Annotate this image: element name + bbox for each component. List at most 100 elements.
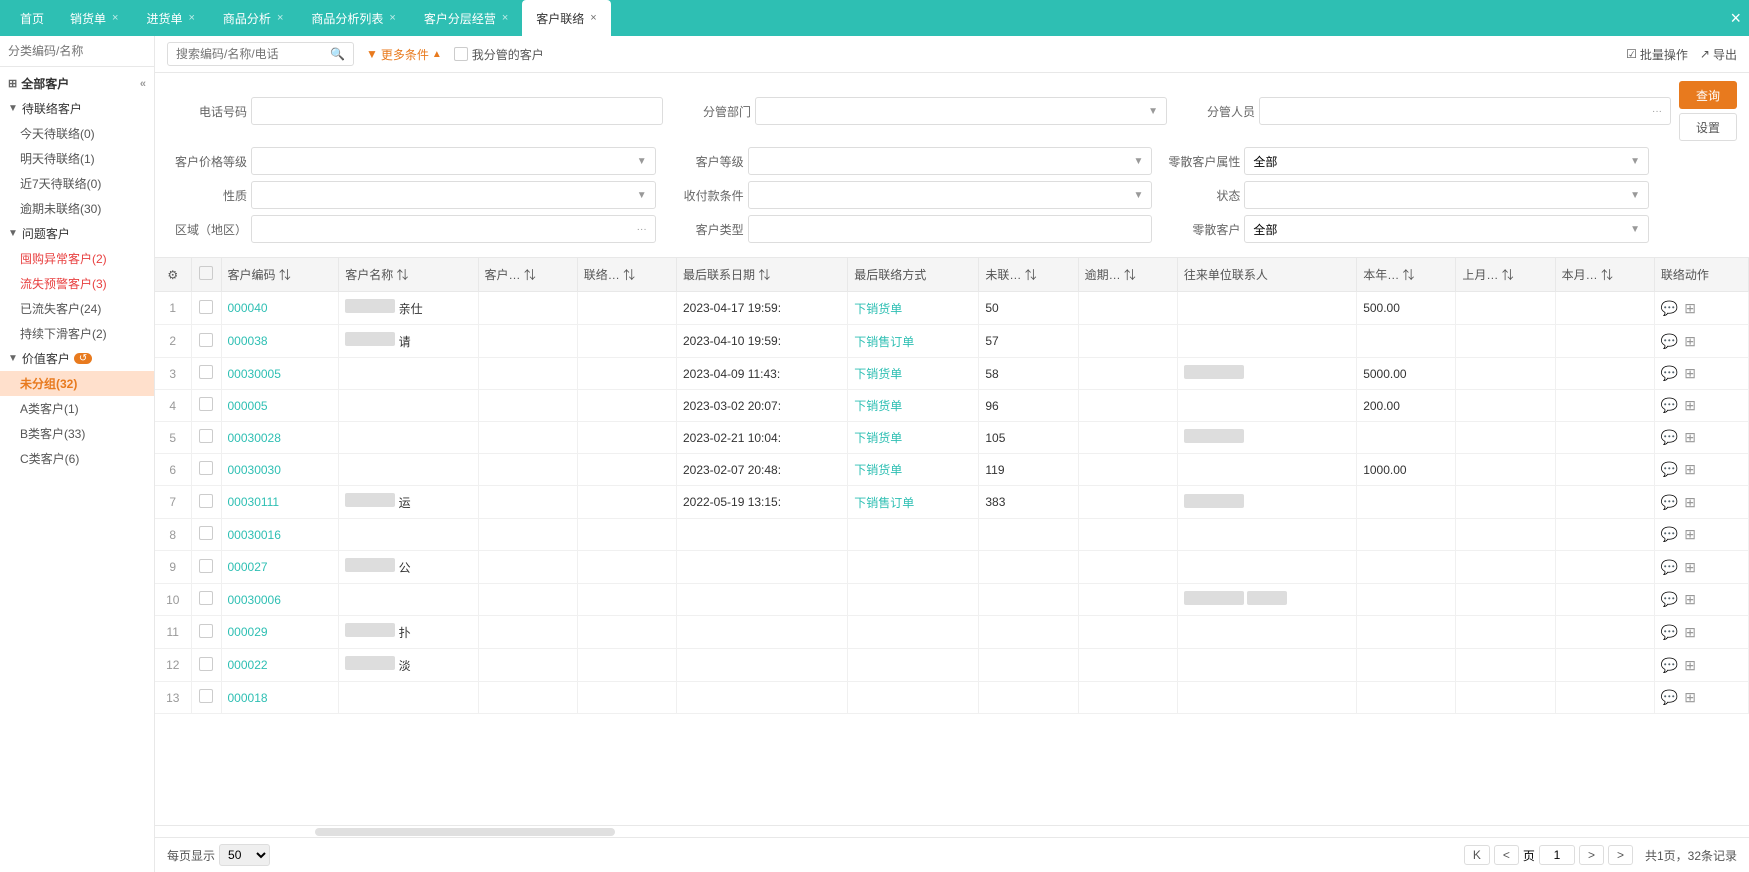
row-checkbox[interactable] <box>199 494 213 508</box>
filter-select-payment[interactable]: ▼ <box>748 181 1153 209</box>
row-checkbox[interactable] <box>199 657 213 671</box>
sidebar-item-declining[interactable]: 持续下滑客户(2) <box>0 321 154 346</box>
cell-checkbox[interactable] <box>191 292 221 325</box>
search-icon[interactable]: 🔍 <box>330 47 345 61</box>
row-checkbox[interactable] <box>199 461 213 475</box>
group-pending-contact[interactable]: ▼ 待联络客户 <box>0 96 154 121</box>
select-all-checkbox[interactable] <box>199 266 213 280</box>
scrollbar-area[interactable] <box>155 825 1749 837</box>
th-last-contact-date[interactable]: 最后联系日期 ⇅ <box>676 258 847 292</box>
more-icon[interactable]: ⊞ <box>1684 494 1696 511</box>
message-icon[interactable]: 💬 <box>1661 657 1678 674</box>
row-checkbox[interactable] <box>199 689 213 703</box>
row-checkbox[interactable] <box>199 429 213 443</box>
window-close-button[interactable]: × <box>1730 8 1741 29</box>
first-page-btn[interactable]: K <box>1464 845 1490 865</box>
row-checkbox[interactable] <box>199 624 213 638</box>
message-icon[interactable]: 💬 <box>1661 559 1678 576</box>
th-checkbox[interactable] <box>191 258 221 292</box>
sidebar-item-ungrouped[interactable]: 未分组(32) <box>0 371 154 396</box>
filter-select-region[interactable]: ··· <box>251 215 656 243</box>
message-icon[interactable]: 💬 <box>1661 365 1678 382</box>
last-page-btn[interactable]: > <box>1608 845 1633 865</box>
th-this-year[interactable]: 本年… ⇅ <box>1357 258 1456 292</box>
message-icon[interactable]: 💬 <box>1661 689 1678 706</box>
search-input[interactable] <box>176 47 326 61</box>
row-checkbox[interactable] <box>199 559 213 573</box>
filter-select-retail-attr[interactable]: 全部 ▼ <box>1244 147 1649 175</box>
message-icon[interactable]: 💬 <box>1661 461 1678 478</box>
sidebar-search-input[interactable] <box>8 44 155 58</box>
th-code[interactable]: 客户编码 ⇅ <box>221 258 339 292</box>
sidebar-item-today[interactable]: 今天待联络(0) <box>0 121 154 146</box>
row-checkbox[interactable] <box>199 526 213 540</box>
row-checkbox[interactable] <box>199 365 213 379</box>
group-value-customers[interactable]: ▼ 价值客户 ↺ <box>0 346 154 371</box>
filter-select-status[interactable]: ▼ <box>1244 181 1649 209</box>
filter-select-customer-level[interactable]: ▼ <box>748 147 1153 175</box>
reset-button[interactable]: 设置 <box>1679 113 1737 141</box>
th-this-month[interactable]: 本月… ⇅ <box>1555 258 1654 292</box>
cell-checkbox[interactable] <box>191 454 221 486</box>
sidebar-item-tomorrow[interactable]: 明天待联络(1) <box>0 146 154 171</box>
tab-close-purchase[interactable]: × <box>188 12 194 24</box>
message-icon[interactable]: 💬 <box>1661 591 1678 608</box>
filter-select-nature[interactable]: ▼ <box>251 181 656 209</box>
my-customers-checkbox[interactable] <box>454 47 468 61</box>
cell-checkbox[interactable] <box>191 422 221 454</box>
contact-method-link[interactable]: 下销货单 <box>854 463 902 477</box>
tab-customer-contact[interactable]: 客户联络 × <box>522 0 610 36</box>
contact-method-link[interactable]: 下销货单 <box>854 399 902 413</box>
cell-checkbox[interactable] <box>191 390 221 422</box>
th-name[interactable]: 客户名称 ⇅ <box>339 258 478 292</box>
message-icon[interactable]: 💬 <box>1661 300 1678 317</box>
th-contact[interactable]: 联络… ⇅ <box>577 258 676 292</box>
all-customers-header[interactable]: ⊞ 全部客户 « <box>0 67 154 96</box>
more-icon[interactable]: ⊞ <box>1684 300 1696 317</box>
more-icon[interactable]: ⊞ <box>1684 657 1696 674</box>
contact-method-link[interactable]: 下销售订单 <box>854 496 914 510</box>
cell-checkbox[interactable] <box>191 682 221 714</box>
th-contacts-person[interactable]: 往来单位联系人 <box>1177 258 1356 292</box>
tab-close-customer-contact[interactable]: × <box>590 12 596 24</box>
th-type[interactable]: 客户… ⇅ <box>478 258 577 292</box>
prev-page-btn[interactable]: < <box>1494 845 1519 865</box>
more-icon[interactable]: ⊞ <box>1684 461 1696 478</box>
row-checkbox[interactable] <box>199 591 213 605</box>
export-btn[interactable]: ↗ 导出 <box>1700 46 1737 63</box>
filter-select-customer-type[interactable] <box>748 215 1153 243</box>
message-icon[interactable]: 💬 <box>1661 526 1678 543</box>
tab-sales-order[interactable]: 销货单 × <box>56 0 132 36</box>
cell-checkbox[interactable] <box>191 325 221 358</box>
contact-method-link[interactable]: 下销售订单 <box>854 335 914 349</box>
more-icon[interactable]: ⊞ <box>1684 429 1696 446</box>
message-icon[interactable]: 💬 <box>1661 624 1678 641</box>
sidebar-item-overdue[interactable]: 逾期未联络(30) <box>0 196 154 221</box>
contact-method-link[interactable]: 下销货单 <box>854 367 902 381</box>
sidebar-item-churned[interactable]: 已流失客户(24) <box>0 296 154 321</box>
row-checkbox[interactable] <box>199 300 213 314</box>
per-page-select[interactable]: 50 20 100 <box>219 844 270 866</box>
group-problem-customers[interactable]: ▼ 问题客户 <box>0 221 154 246</box>
message-icon[interactable]: 💬 <box>1661 333 1678 350</box>
more-icon[interactable]: ⊞ <box>1684 333 1696 350</box>
filter-select-manager[interactable]: ··· <box>1259 97 1671 125</box>
sidebar-item-class-a[interactable]: A类客户(1) <box>0 396 154 421</box>
cell-checkbox[interactable] <box>191 486 221 519</box>
more-icon[interactable]: ⊞ <box>1684 559 1696 576</box>
tab-close-sales-order[interactable]: × <box>112 12 118 24</box>
filter-input-phone[interactable] <box>251 97 663 125</box>
tab-close-customer-segment[interactable]: × <box>502 12 508 24</box>
more-icon[interactable]: ⊞ <box>1684 526 1696 543</box>
th-overdue[interactable]: 逾期… ⇅ <box>1078 258 1177 292</box>
tab-close-product-analysis[interactable]: × <box>277 12 283 24</box>
th-last-month[interactable]: 上月… ⇅ <box>1456 258 1555 292</box>
filter-select-retail-customer[interactable]: 全部 ▼ <box>1244 215 1649 243</box>
cell-checkbox[interactable] <box>191 358 221 390</box>
tab-purchase[interactable]: 进货单 × <box>132 0 208 36</box>
more-conditions-btn[interactable]: ▼ 更多条件 ▲ <box>366 46 442 63</box>
sidebar-item-7days[interactable]: 近7天待联络(0) <box>0 171 154 196</box>
row-checkbox[interactable] <box>199 333 213 347</box>
message-icon[interactable]: 💬 <box>1661 429 1678 446</box>
more-icon[interactable]: ⊞ <box>1684 624 1696 641</box>
